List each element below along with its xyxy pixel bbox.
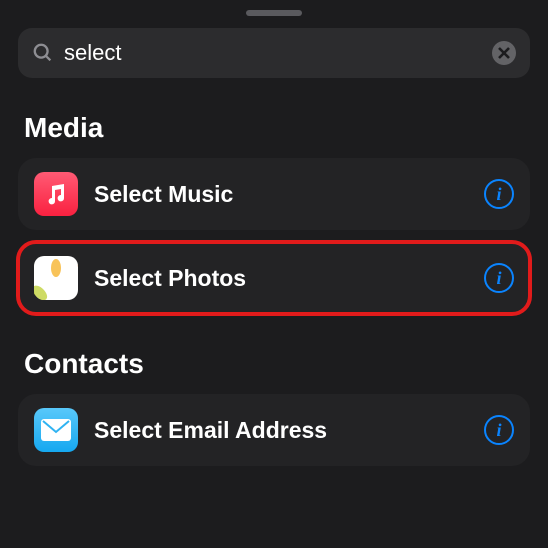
sheet-drag-handle[interactable] [246,10,302,16]
action-select-photos[interactable]: Select Photos i [18,242,530,314]
section-header-contacts: Contacts [24,348,524,380]
music-app-icon [34,172,78,216]
info-button[interactable]: i [484,415,514,445]
info-button[interactable]: i [484,179,514,209]
action-select-email-address[interactable]: Select Email Address i [18,394,530,466]
info-button[interactable]: i [484,263,514,293]
action-label: Select Music [94,181,468,208]
photos-app-icon [34,256,78,300]
action-label: Select Email Address [94,417,468,444]
clear-search-button[interactable] [492,41,516,65]
action-label: Select Photos [94,265,468,292]
close-icon [498,47,510,59]
search-input[interactable] [64,40,482,66]
search-icon [32,42,54,64]
search-bar[interactable] [18,28,530,78]
section-header-media: Media [24,112,524,144]
results-content: Media Select Music i [0,112,548,466]
mail-app-icon [34,408,78,452]
action-select-music[interactable]: Select Music i [18,158,530,230]
